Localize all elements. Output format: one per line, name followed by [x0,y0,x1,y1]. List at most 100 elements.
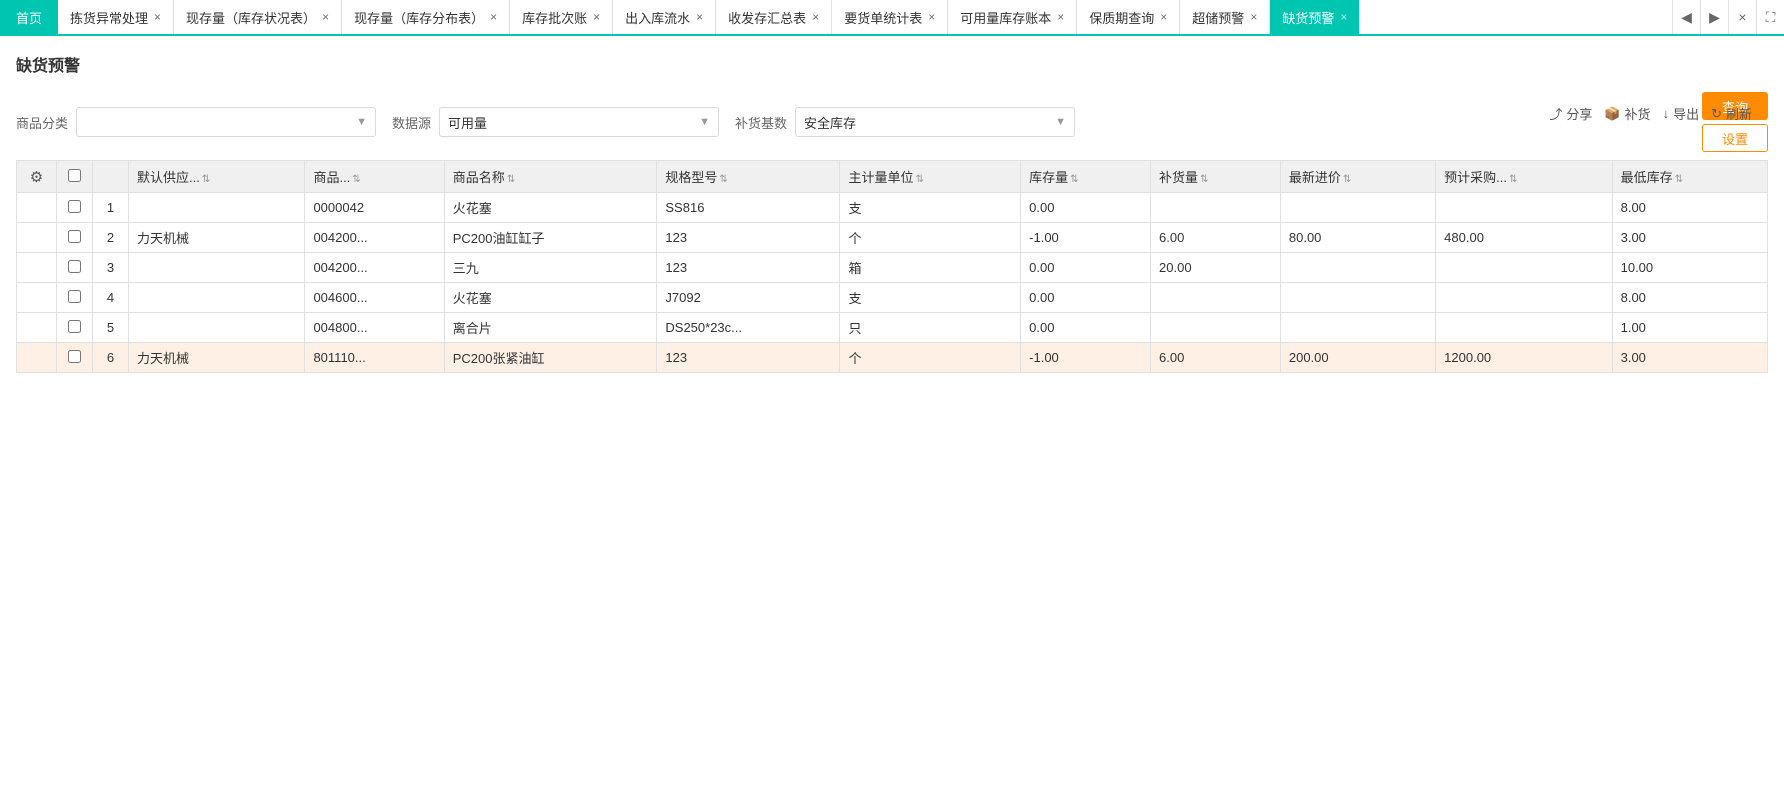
col-checkbox[interactable] [57,161,93,193]
tab-defect-handling[interactable]: 拣货异常处理× [58,0,174,34]
cell-checkbox[interactable] [57,283,93,313]
sort-supplier-icon: ⇅ [202,174,210,185]
col-product-code[interactable]: 商品...⇅ [305,161,444,193]
cell-min-stock: 8.00 [1612,193,1767,223]
tab-close-batch-account[interactable]: × [593,10,600,24]
share-button[interactable]: ⤴ 分享 [1549,104,1592,123]
tab-close-receipt-summary[interactable]: × [812,10,819,24]
col-product-name[interactable]: 商品名称⇅ [444,161,657,193]
cell-latest-price [1280,313,1435,343]
cell-supplier [129,283,305,313]
cell-checkbox[interactable] [57,253,93,283]
col-min-stock[interactable]: 最低库存⇅ [1612,161,1767,193]
col-replenish-qty[interactable]: 补货量⇅ [1151,161,1281,193]
tab-close-defect-handling[interactable]: × [154,10,161,24]
col-row-num [93,161,129,193]
cell-unit: 箱 [840,253,1021,283]
replenish-base-select[interactable]: 安全库存 ▼ [795,107,1075,137]
tab-inventory-status[interactable]: 现存量（库存状况表）× [174,0,342,34]
sort-replenish-qty-icon: ⇅ [1200,174,1208,185]
replenish-base-label: 补货基数 [735,113,787,132]
tab-bar: 首页 拣货异常处理×现存量（库存状况表）×现存量（库存分布表）×库存批次账×出入… [0,0,1784,36]
cell-settings [17,283,57,313]
table-row: 2力天机械004200...PC200油缸缸子123个-1.006.0080.0… [17,223,1768,253]
cell-checkbox[interactable] [57,343,93,373]
col-spec[interactable]: 规格型号⇅ [657,161,840,193]
cell-row-num: 1 [93,193,129,223]
filter-product-category-group: 商品分类 ▼ [16,107,376,137]
row-checkbox[interactable] [68,290,81,303]
tab-fullscreen-button[interactable]: ⛶ [1756,0,1784,35]
col-unit[interactable]: 主计量单位⇅ [840,161,1021,193]
tab-demand-stats[interactable]: 要货单统计表× [832,0,948,34]
tab-overstock-warning[interactable]: 超储预警× [1180,0,1270,34]
sort-stock-qty-icon: ⇅ [1070,174,1078,185]
cell-stock-qty: -1.00 [1021,343,1151,373]
data-source-select[interactable]: 可用量 ▼ [439,107,719,137]
col-latest-price[interactable]: 最新进价⇅ [1280,161,1435,193]
row-checkbox[interactable] [68,320,81,333]
cell-settings [17,313,57,343]
table-row: 4004600...火花塞J7092支0.008.00 [17,283,1768,313]
tab-in-out-flow[interactable]: 出入库流水× [613,0,716,34]
tab-available-ledger[interactable]: 可用量库存账本× [948,0,1077,34]
cell-settings [17,343,57,373]
cell-min-stock: 3.00 [1612,223,1767,253]
col-estimated-purchase[interactable]: 预计采购...⇅ [1436,161,1612,193]
tab-batch-account[interactable]: 库存批次账× [510,0,613,34]
row-checkbox[interactable] [68,260,81,273]
col-stock-qty[interactable]: 库存量⇅ [1021,161,1151,193]
tab-close-shortage-warning[interactable]: × [1340,10,1347,24]
row-checkbox[interactable] [68,200,81,213]
tab-inventory-dist[interactable]: 现存量（库存分布表）× [342,0,510,34]
cell-estimated-purchase: 1200.00 [1436,343,1612,373]
col-settings[interactable]: ⚙ [17,161,57,193]
replenish-button[interactable]: 📦 补货 [1604,104,1650,123]
col-default-supplier[interactable]: 默认供应...⇅ [129,161,305,193]
tab-next-button[interactable]: ▶ [1700,0,1728,35]
tab-close-inventory-dist[interactable]: × [490,10,497,24]
tab-close-overstock-warning[interactable]: × [1250,10,1257,24]
tab-close-demand-stats[interactable]: × [928,10,935,24]
tab-receipt-summary[interactable]: 收发存汇总表× [716,0,832,34]
tab-close-button[interactable]: × [1728,0,1756,35]
row-checkbox[interactable] [68,350,81,363]
select-all-checkbox[interactable] [68,169,81,182]
share-label: 分享 [1566,104,1592,123]
cell-unit: 只 [840,313,1021,343]
cell-stock-qty: 0.00 [1021,253,1151,283]
cell-stock-qty: 0.00 [1021,313,1151,343]
cell-checkbox[interactable] [57,223,93,253]
cell-latest-price: 200.00 [1280,343,1435,373]
tab-expiry-query[interactable]: 保质期查询× [1077,0,1180,34]
cell-checkbox[interactable] [57,193,93,223]
cell-stock-qty: 0.00 [1021,193,1151,223]
data-source-value: 可用量 [448,113,487,132]
tab-shortage-warning[interactable]: 缺货预警× [1270,0,1360,34]
table-row: 6力天机械801110...PC200张紧油缸123个-1.006.00200.… [17,343,1768,373]
row-checkbox[interactable] [68,230,81,243]
cell-min-stock: 10.00 [1612,253,1767,283]
export-button[interactable]: ↓ 导出 [1663,104,1700,123]
cell-product-code: 004200... [305,223,444,253]
tab-close-in-out-flow[interactable]: × [696,10,703,24]
product-category-select[interactable]: ▼ [76,107,376,137]
tab-close-available-ledger[interactable]: × [1057,10,1064,24]
tab-close-inventory-status[interactable]: × [322,10,329,24]
sort-min-stock-icon: ⇅ [1675,174,1683,185]
table-row: 5004800...离合片DS250*23c...只0.001.00 [17,313,1768,343]
tab-prev-button[interactable]: ◀ [1672,0,1700,35]
export-label: 导出 [1673,104,1699,123]
refresh-button[interactable]: ↻ 刷新 [1711,104,1752,123]
header-row: ⚙ 默认供应...⇅ 商品...⇅ 商品名称⇅ [17,161,1768,193]
table-row: 3004200...三九123箱0.0020.0010.00 [17,253,1768,283]
cell-spec: 123 [657,223,840,253]
settings-button[interactable]: 设置 [1702,124,1768,152]
sort-estimated-icon: ⇅ [1509,174,1517,185]
tab-close-expiry-query[interactable]: × [1160,10,1167,24]
tab-home[interactable]: 首页 [0,0,58,34]
cell-spec: J7092 [657,283,840,313]
product-category-label: 商品分类 [16,113,68,132]
cell-checkbox[interactable] [57,313,93,343]
gear-icon[interactable]: ⚙ [30,169,43,186]
